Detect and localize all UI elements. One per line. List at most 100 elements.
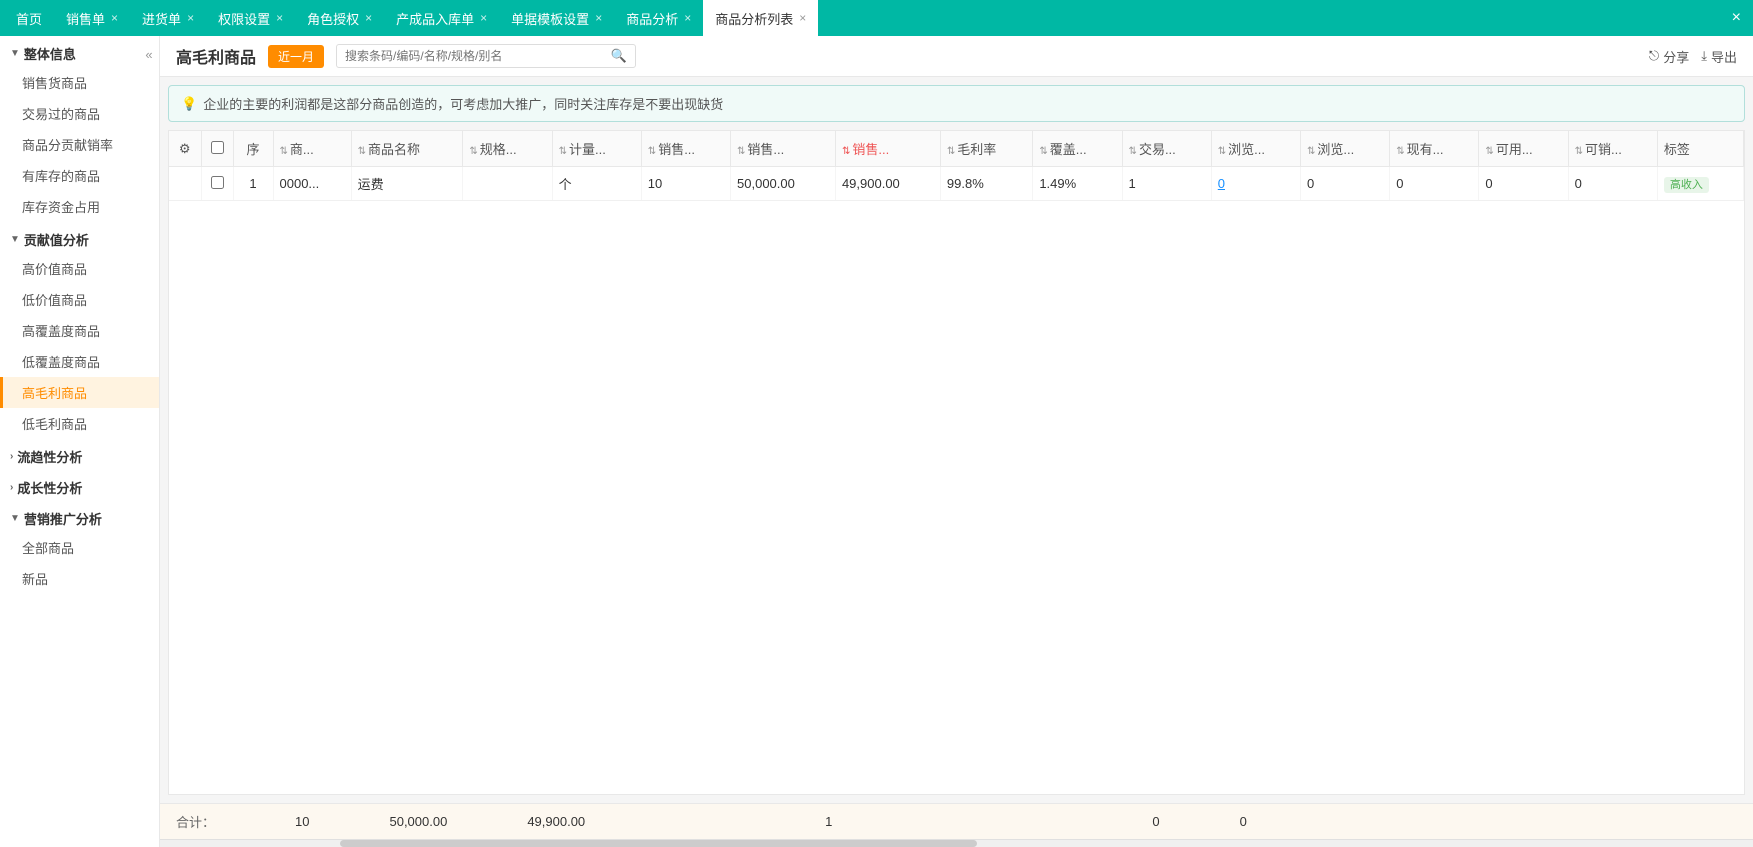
nav-tab-template[interactable]: 单据模板设置 × <box>499 0 614 36</box>
nav-tab-product-in[interactable]: 产成品入库单 × <box>384 0 499 36</box>
nav-tab-purchase-label: 进货单 <box>142 9 181 28</box>
th-code[interactable]: ⇅商... <box>273 131 351 167</box>
table-row: 1 0000... 运费 个 10 50,000.00 49,900.00 99… <box>169 167 1744 201</box>
sidebar-item-all-goods[interactable]: 全部商品 <box>0 532 159 563</box>
sidebar-item-new-goods[interactable]: 新品 <box>0 563 159 594</box>
nav-tab-permission-close[interactable]: × <box>276 11 283 25</box>
footer-stock-sale: 0 <box>1240 814 1247 829</box>
th-sales-profit[interactable]: ⇅销售... <box>835 131 940 167</box>
sidebar-item-low-coverage[interactable]: 低覆盖度商品 <box>0 346 159 377</box>
th-view2[interactable]: ⇅浏览... <box>1300 131 1389 167</box>
row-name: 运费 <box>351 167 463 201</box>
nav-tab-sales[interactable]: 销售单 × <box>54 0 130 36</box>
share-label: 分享 <box>1663 47 1689 66</box>
row-code: 0000... <box>273 167 351 201</box>
nav-tab-sales-close[interactable]: × <box>111 11 118 25</box>
nav-tab-analysis-list[interactable]: 商品分析列表 × <box>703 0 818 36</box>
content-area: 高毛利商品 近一月 🔍 ⎋ 分享 ⤓ 导出 💡 企业的主要的利润都是这部分商品创… <box>160 36 1753 847</box>
sidebar-item-high-margin[interactable]: 高毛利商品 <box>0 377 159 408</box>
th-gross-margin[interactable]: ⇅毛利率 <box>940 131 1032 167</box>
row-stock-sale: 0 <box>1568 167 1657 201</box>
row-select-checkbox[interactable] <box>211 176 224 189</box>
search-icon[interactable]: 🔍 <box>611 48 627 64</box>
th-view1[interactable]: ⇅浏览... <box>1211 131 1300 167</box>
table-footer: 合计： 10 50,000.00 49,900.00 1 0 0 <box>160 803 1753 839</box>
sidebar-item-low-value[interactable]: 低价值商品 <box>0 284 159 315</box>
data-table-container: ⚙ 序 ⇅商... ⇅商品名称 ⇅规格... ⇅计量... ⇅销售... ⇅销售… <box>168 130 1745 795</box>
nav-tab-role-close[interactable]: × <box>365 11 372 25</box>
nav-tab-analysis[interactable]: 商品分析 × <box>614 0 703 36</box>
th-sales-qty[interactable]: ⇅销售... <box>641 131 730 167</box>
nav-tab-template-close[interactable]: × <box>595 11 602 25</box>
nav-tab-analysis-close[interactable]: × <box>684 11 691 25</box>
th-stock-available[interactable]: ⇅可用... <box>1479 131 1568 167</box>
sidebar-item-in-stock[interactable]: 有库存的商品 <box>0 160 159 191</box>
scrollbar-thumb[interactable] <box>340 840 977 847</box>
nav-tab-analysis-list-close[interactable]: × <box>799 11 806 25</box>
row-checkbox[interactable] <box>201 167 233 201</box>
horizontal-scrollbar[interactable] <box>160 839 1753 847</box>
th-stock-sale[interactable]: ⇅可销... <box>1568 131 1657 167</box>
th-coverage[interactable]: ⇅覆盖... <box>1033 131 1122 167</box>
nav-tab-permission[interactable]: 权限设置 × <box>206 0 295 36</box>
th-spec[interactable]: ⇅规格... <box>463 131 552 167</box>
footer-sales-qty: 10 <box>295 814 309 829</box>
select-all-checkbox[interactable] <box>211 141 224 154</box>
row-spec <box>463 167 552 201</box>
sidebar-item-high-value[interactable]: 高价值商品 <box>0 253 159 284</box>
th-stock-current[interactable]: ⇅现有... <box>1390 131 1479 167</box>
overall-arrow-icon: ▼ <box>10 48 20 59</box>
sidebar-group-marketing[interactable]: ▼ 营销推广分析 <box>0 501 159 532</box>
contribution-group-label: 贡献值分析 <box>24 230 89 249</box>
marketing-arrow-icon: ▼ <box>10 513 20 524</box>
row-gross-margin: 99.8% <box>940 167 1032 201</box>
contribution-arrow-icon: ▼ <box>10 234 20 245</box>
share-button[interactable]: ⎋ 分享 <box>1649 47 1689 66</box>
sidebar-item-sales-goods[interactable]: 销售货商品 <box>0 67 159 98</box>
sidebar-group-contribution[interactable]: ▼ 贡献值分析 <box>0 222 159 253</box>
row-tag: 高收入 <box>1657 167 1743 201</box>
footer-stock-available: 0 <box>1152 814 1159 829</box>
overall-group-label: 整体信息 <box>24 44 76 63</box>
export-button[interactable]: ⤓ 导出 <box>1701 47 1737 66</box>
th-transaction[interactable]: ⇅交易... <box>1122 131 1211 167</box>
th-unit[interactable]: ⇅计量... <box>552 131 641 167</box>
row-view1[interactable]: 0 <box>1211 167 1300 201</box>
close-all-tabs-button[interactable]: × <box>1724 9 1749 27</box>
growth-group-label: 成长性分析 <box>17 478 82 497</box>
table-header-row: ⚙ 序 ⇅商... ⇅商品名称 ⇅规格... ⇅计量... ⇅销售... ⇅销售… <box>169 131 1744 167</box>
sidebar-item-contribution-rate[interactable]: 商品分贡献销率 <box>0 129 159 160</box>
table-body: 1 0000... 运费 个 10 50,000.00 49,900.00 99… <box>169 167 1744 201</box>
sidebar-item-stock-capital[interactable]: 库存资金占用 <box>0 191 159 222</box>
nav-tab-analysis-list-label: 商品分析列表 <box>715 9 793 28</box>
th-sales-amount[interactable]: ⇅销售... <box>731 131 836 167</box>
footer-sales-amount: 50,000.00 <box>389 814 447 829</box>
nav-tab-role[interactable]: 角色授权 × <box>295 0 384 36</box>
share-icon: ⎋ <box>1649 48 1659 64</box>
nav-tab-home[interactable]: 首页 <box>4 0 54 36</box>
marketing-group-label: 营销推广分析 <box>24 509 102 528</box>
th-gear[interactable]: ⚙ <box>169 131 201 167</box>
nav-tab-product-in-close[interactable]: × <box>480 11 487 25</box>
nav-tab-purchase-close[interactable]: × <box>187 11 194 25</box>
sidebar-item-high-coverage[interactable]: 高覆盖度商品 <box>0 315 159 346</box>
th-name[interactable]: ⇅商品名称 <box>351 131 463 167</box>
sidebar-item-traded-goods[interactable]: 交易过的商品 <box>0 98 159 129</box>
sidebar-collapse-button[interactable]: « <box>139 44 159 64</box>
sidebar-item-low-margin[interactable]: 低毛利商品 <box>0 408 159 439</box>
sidebar-group-overall[interactable]: ▼ 整体信息 <box>0 36 159 67</box>
sidebar-group-growth[interactable]: › 成长性分析 <box>0 470 159 501</box>
info-banner-text: 企业的主要的利润都是这部分商品创造的，可考虑加大推广，同时关注库存是不要出现缺货 <box>203 94 723 113</box>
sidebar-group-flow[interactable]: › 流趋性分析 <box>0 439 159 470</box>
footer-transaction: 1 <box>825 814 832 829</box>
filter-period-button[interactable]: 近一月 <box>268 45 324 68</box>
nav-tab-analysis-label: 商品分析 <box>626 9 678 28</box>
row-sales-amount: 50,000.00 <box>731 167 836 201</box>
row-coverage: 1.49% <box>1033 167 1122 201</box>
export-label: 导出 <box>1711 47 1737 66</box>
search-input[interactable] <box>345 49 611 63</box>
row-gear <box>169 167 201 201</box>
nav-tab-permission-label: 权限设置 <box>218 9 270 28</box>
nav-tab-purchase[interactable]: 进货单 × <box>130 0 206 36</box>
row-stock-available: 0 <box>1479 167 1568 201</box>
